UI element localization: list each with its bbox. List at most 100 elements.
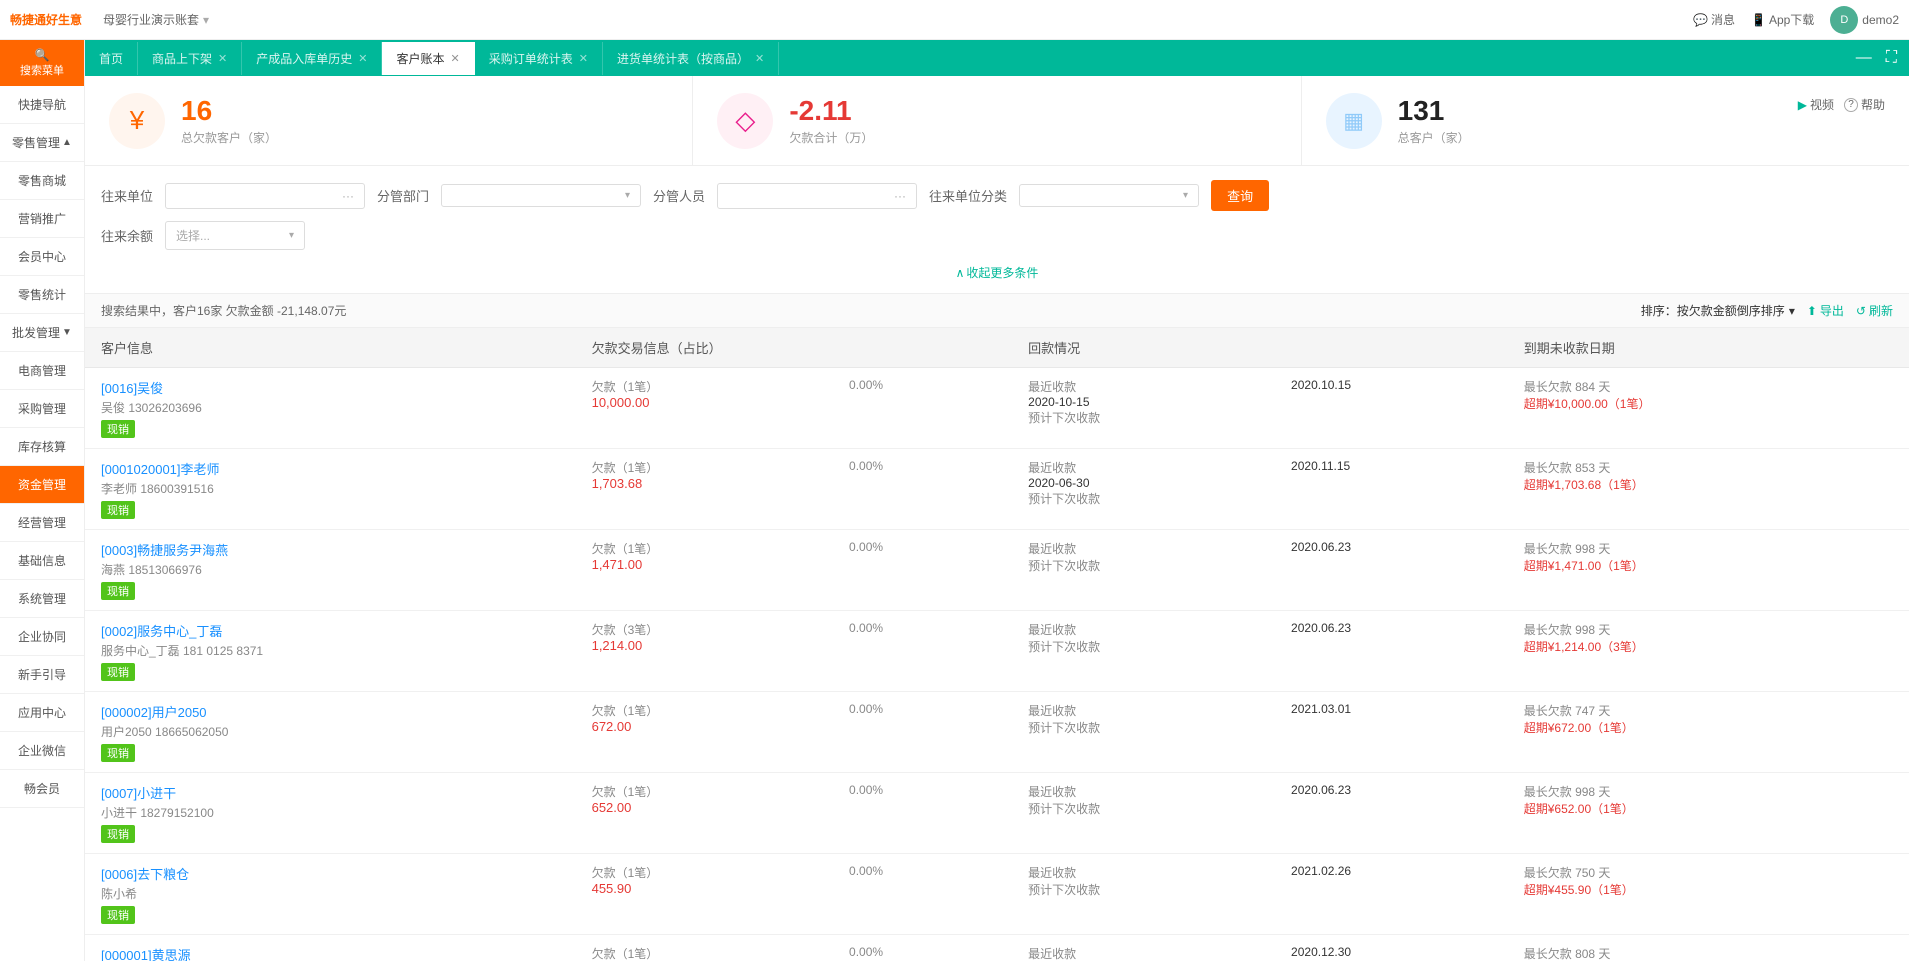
customer-name-3[interactable]: [0002]服务中心_丁磊 [101,621,560,640]
sidebar-item-member2[interactable]: 畅会员 [0,770,84,808]
sidebar-item-guide[interactable]: 新手引导 [0,656,84,694]
overdue-amount-6[interactable]: 超期¥455.90（1笔） [1524,881,1893,898]
sidebar-item-operations[interactable]: 经营管理 [0,504,84,542]
sidebar: 🔍 搜索菜单 快捷导航 零售管理▲ 零售商城 营销推广 会员中心 零售统计 批发… [0,40,85,961]
debt-amount-4[interactable]: 672.00 [592,719,809,734]
tab-close-product-shelf[interactable]: ✕ [218,52,227,65]
sidebar-item-cooperation[interactable]: 企业协同 [0,618,84,656]
debt-amount-5[interactable]: 652.00 [592,800,809,815]
debt-count-2: 欠款（1笔） [592,540,809,557]
message-btn[interactable]: 💬 消息 [1693,11,1735,28]
stat-number-total-customers: 131 [1398,95,1470,127]
sidebar-item-ecommerce[interactable]: 电商管理 [0,352,84,390]
cell-overdue-3: 最长欠款 998 天 超期¥1,214.00（3笔） [1508,611,1909,692]
sidebar-item-purchase[interactable]: 采购管理 [0,390,84,428]
th-customer-info: 客户信息 [85,328,576,368]
tab-customer-ledger[interactable]: 客户账本 ✕ [382,42,474,75]
customer-name-6[interactable]: [0006]去下粮仓 [101,864,560,883]
sidebar-item-quick-nav[interactable]: 快捷导航 [0,86,84,124]
overdue-days-2: 最长欠款 998 天 [1524,540,1893,557]
table-row: [0007]小进干 小进干 18279152100 现销 欠款（1笔） 652.… [85,773,1909,854]
return-label-5: 最近收款 [1028,783,1259,800]
sidebar-item-system[interactable]: 系统管理 [0,580,84,618]
search-button[interactable]: 查询 [1211,180,1269,211]
data-table: 客户信息 欠款交易信息（占比） 回款情况 到期未收款日期 [0016]吴俊 吴俊… [85,328,1909,961]
sidebar-item-wholesale[interactable]: 批发管理▼ [0,314,84,352]
tab-purchase-order[interactable]: 采购订单统计表 ✕ [475,42,603,75]
tab-close-customer-ledger[interactable]: ✕ [451,52,460,65]
debt-count-0: 欠款（1笔） [592,378,809,395]
user-area[interactable]: D demo2 [1830,6,1899,34]
collapse-button[interactable]: ∧ 收起更多条件 [101,260,1893,285]
chevron-icon: ▲ [62,137,72,148]
overdue-days-6: 最长欠款 750 天 [1524,864,1893,881]
sidebar-item-basic-info[interactable]: 基础信息 [0,542,84,580]
tab-maximize-btn[interactable]: ⛶ [1882,47,1901,69]
tab-close-purchase-stat[interactable]: ✕ [755,52,764,65]
tab-close-stock-history[interactable]: ✕ [358,52,367,65]
overdue-amount-4[interactable]: 超期¥672.00（1笔） [1524,719,1893,736]
customer-name-0[interactable]: [0016]吴俊 [101,378,560,397]
debt-amount-3[interactable]: 1,214.00 [592,638,809,653]
cell-return-label-0: 最近收款 2020-10-15 预计下次收款 [1012,368,1275,449]
sidebar-item-retail-stat[interactable]: 零售统计 [0,276,84,314]
dots-icon: ··· [342,189,354,203]
filter-select-balance[interactable]: 选择... ▾ [165,221,305,250]
filter-input-person[interactable]: ··· [717,183,917,209]
filter-row-2: 往来余额 选择... ▾ [101,221,1893,250]
store-selector[interactable]: 母婴行业演示账套 ▾ [95,11,275,28]
sidebar-item-retail-mall[interactable]: 零售商城 [0,162,84,200]
overdue-amount-1[interactable]: 超期¥1,703.68（1笔） [1524,476,1893,493]
filter-label-person: 分管人员 [653,186,705,205]
filter-select-dept[interactable]: ▾ [441,184,641,207]
export-button[interactable]: ⬆ 导出 [1807,302,1844,319]
debt-amount-1[interactable]: 1,703.68 [592,476,809,491]
sort-selector[interactable]: 排序：按欠款金额倒序排序 ▾ [1641,302,1795,319]
cell-return-label-7: 最近收款 预计下次收款 [1012,935,1275,961]
tab-close-purchase-order[interactable]: ✕ [579,52,588,65]
debt-pct-6: 0.00% [849,864,883,878]
customer-name-7[interactable]: [000001]黄思源 [101,945,560,961]
sidebar-item-wechat[interactable]: 企业微信 [0,732,84,770]
refresh-button[interactable]: ↺ 刷新 [1856,302,1893,319]
overdue-amount-2[interactable]: 超期¥1,471.00（1笔） [1524,557,1893,574]
cell-overdue-0: 最长欠款 884 天 超期¥10,000.00（1笔） [1508,368,1909,449]
sidebar-item-retail-mgmt[interactable]: 零售管理▲ [0,124,84,162]
tab-purchase-stat[interactable]: 进货单统计表（按商品） ✕ [603,42,779,75]
debt-pct-2: 0.00% [849,540,883,554]
stat-number-debt: 16 [181,95,277,127]
app-download-btn[interactable]: 📱 App下载 [1751,11,1814,28]
sidebar-item-app-center[interactable]: 应用中心 [0,694,84,732]
customer-name-5[interactable]: [0007]小进干 [101,783,560,802]
filter-label-unit: 往来单位 [101,186,153,205]
customer-name-4[interactable]: [000002]用户2050 [101,702,560,721]
tab-stock-history[interactable]: 产成品入库单历史 ✕ [242,42,382,75]
tab-home[interactable]: 首页 [85,42,138,75]
filter-select-unit-type[interactable]: ▾ [1019,184,1199,207]
customer-sub-0: 吴俊 13026203696 [101,399,560,416]
sidebar-item-marketing[interactable]: 营销推广 [0,200,84,238]
return-date-0: 2020-10-15 [1028,395,1259,409]
cell-debt-pct-3: 0.00% [825,611,1012,692]
filter-input-unit[interactable]: ··· [165,183,365,209]
overdue-amount-0[interactable]: 超期¥10,000.00（1笔） [1524,395,1893,412]
tab-minimize-btn[interactable]: — [1852,47,1876,69]
table-container: 客户信息 欠款交易信息（占比） 回款情况 到期未收款日期 [0016]吴俊 吴俊… [85,328,1909,961]
overdue-amount-5[interactable]: 超期¥652.00（1笔） [1524,800,1893,817]
sidebar-item-search[interactable]: 🔍 搜索菜单 [0,40,84,86]
customer-tag-0: 现销 [101,420,135,438]
sidebar-item-member[interactable]: 会员中心 [0,238,84,276]
sidebar-item-finance[interactable]: 资金管理 [0,466,84,504]
help-link[interactable]: ? 帮助 [1844,96,1885,113]
due-date-2: 2020.06.23 [1291,540,1492,554]
debt-amount-0[interactable]: 10,000.00 [592,395,809,410]
dots-icon-2: ··· [894,189,906,203]
overdue-amount-3[interactable]: 超期¥1,214.00（3笔） [1524,638,1893,655]
debt-amount-6[interactable]: 455.90 [592,881,809,896]
debt-amount-2[interactable]: 1,471.00 [592,557,809,572]
sidebar-item-inventory[interactable]: 库存核算 [0,428,84,466]
customer-name-2[interactable]: [0003]畅捷服务尹海燕 [101,540,560,559]
tab-product-shelf[interactable]: 商品上下架 ✕ [138,42,242,75]
customer-name-1[interactable]: [0001020001]李老师 [101,459,560,478]
video-link[interactable]: ▶ 视频 [1798,96,1834,113]
